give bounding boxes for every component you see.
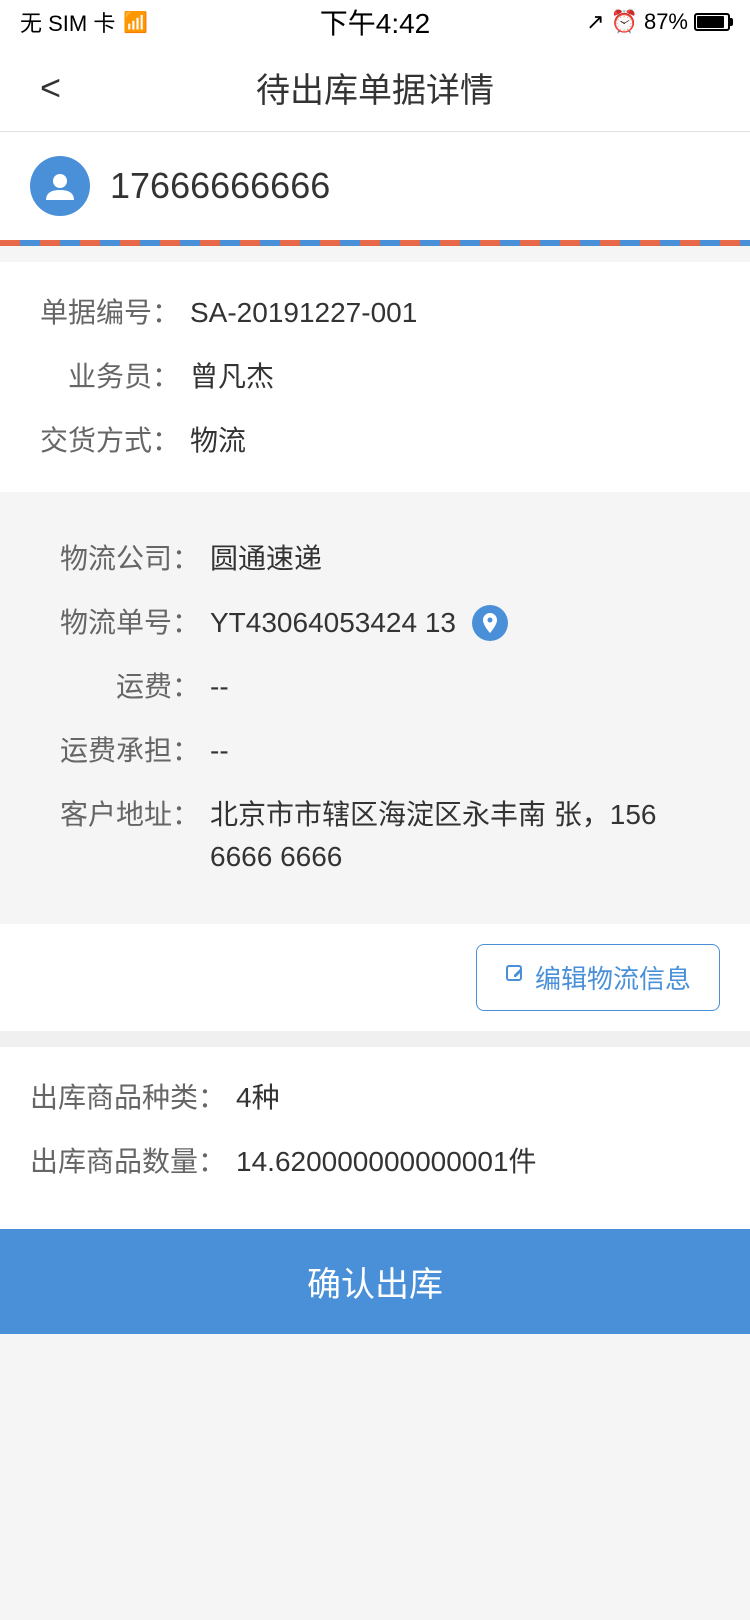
edit-logistics-section: 编辑物流信息 — [0, 924, 750, 1031]
document-number-row: 单据编号： SA-20191227-001 — [30, 292, 720, 334]
logistics-tracking-value: YT43064053424 13 — [210, 602, 700, 644]
edit-logistics-label: 编辑物流信息 — [535, 959, 691, 996]
delivery-method-value: 物流 — [190, 420, 720, 462]
goods-quantity-row: 出库商品数量： 14.620000000000001件 — [30, 1141, 720, 1183]
freight-value: -- — [210, 666, 700, 708]
logistics-tracking-row: 物流单号： YT43064053424 13 — [50, 602, 700, 644]
avatar — [30, 156, 90, 216]
goods-type-count-value: 4种 — [236, 1077, 720, 1119]
carrier-label: 无 SIM 卡 — [20, 6, 115, 38]
bottom-space — [0, 1320, 750, 1520]
battery-percent: 87% — [644, 9, 688, 35]
logistics-company-label: 物流公司： — [50, 538, 210, 580]
customer-address-value: 北京市市辖区海淀区永丰南 张，156 6666 6666 — [210, 794, 700, 878]
confirm-button[interactable]: 确认出库 — [0, 1229, 750, 1334]
agent-row: 业务员： 曾凡杰 — [30, 356, 720, 398]
goods-summary: 出库商品种类： 4种 出库商品数量： 14.620000000000001件 — [0, 1047, 750, 1213]
section-separator — [0, 1031, 750, 1047]
confirm-button-label: 确认出库 — [307, 1266, 443, 1304]
customer-phone: 17666666666 — [110, 165, 330, 207]
document-number-value: SA-20191227-001 — [190, 292, 720, 334]
logistics-card: 物流公司： 圆通速递 物流单号： YT43064053424 13 运费： --… — [20, 508, 730, 908]
freight-bearer-value: -- — [210, 730, 700, 772]
freight-bearer-label: 运费承担： — [50, 730, 210, 772]
goods-type-count-row: 出库商品种类： 4种 — [30, 1077, 720, 1119]
customer-header: 17666666666 — [0, 132, 750, 240]
logistics-company-row: 物流公司： 圆通速递 — [50, 538, 700, 580]
freight-bearer-row: 运费承担： -- — [50, 730, 700, 772]
freight-label: 运费： — [50, 666, 210, 708]
delivery-method-row: 交货方式： 物流 — [30, 420, 720, 462]
logistics-company-value: 圆通速递 — [210, 538, 700, 580]
alarm-icon: ⏰ — [611, 9, 638, 35]
map-pin-icon[interactable] — [472, 605, 508, 641]
freight-row: 运费： -- — [50, 666, 700, 708]
nav-bar: < 待出库单据详情 — [0, 44, 750, 132]
logistics-tracking-label: 物流单号： — [50, 602, 210, 644]
wifi-icon: 📶 — [123, 10, 148, 35]
page-title: 待出库单据详情 — [256, 63, 494, 112]
status-time: 下午4:42 — [320, 2, 431, 42]
customer-address-row: 客户地址： 北京市市辖区海淀区永丰南 张，156 6666 6666 — [50, 794, 700, 878]
goods-quantity-label: 出库商品数量： — [30, 1141, 236, 1183]
back-button[interactable]: < — [30, 57, 71, 119]
agent-value: 曾凡杰 — [190, 356, 720, 398]
battery-icon — [694, 13, 730, 31]
agent-label: 业务员： — [30, 356, 190, 398]
edit-logistics-button[interactable]: 编辑物流信息 — [476, 944, 720, 1011]
status-bar: 无 SIM 卡 📶 下午4:42 ↗ ⏰ 87% — [0, 0, 750, 44]
goods-type-count-label: 出库商品种类： — [30, 1077, 236, 1119]
edit-icon — [505, 962, 527, 993]
status-left: 无 SIM 卡 📶 — [20, 6, 148, 38]
dashed-divider — [0, 240, 750, 246]
goods-quantity-value: 14.620000000000001件 — [236, 1141, 720, 1183]
customer-address-label: 客户地址： — [50, 794, 210, 836]
delivery-method-label: 交货方式： — [30, 420, 190, 462]
document-info-card: 单据编号： SA-20191227-001 业务员： 曾凡杰 交货方式： 物流 — [0, 262, 750, 492]
document-number-label: 单据编号： — [30, 292, 190, 334]
location-icon: ↗ — [586, 9, 604, 35]
status-right: ↗ ⏰ 87% — [586, 9, 730, 35]
